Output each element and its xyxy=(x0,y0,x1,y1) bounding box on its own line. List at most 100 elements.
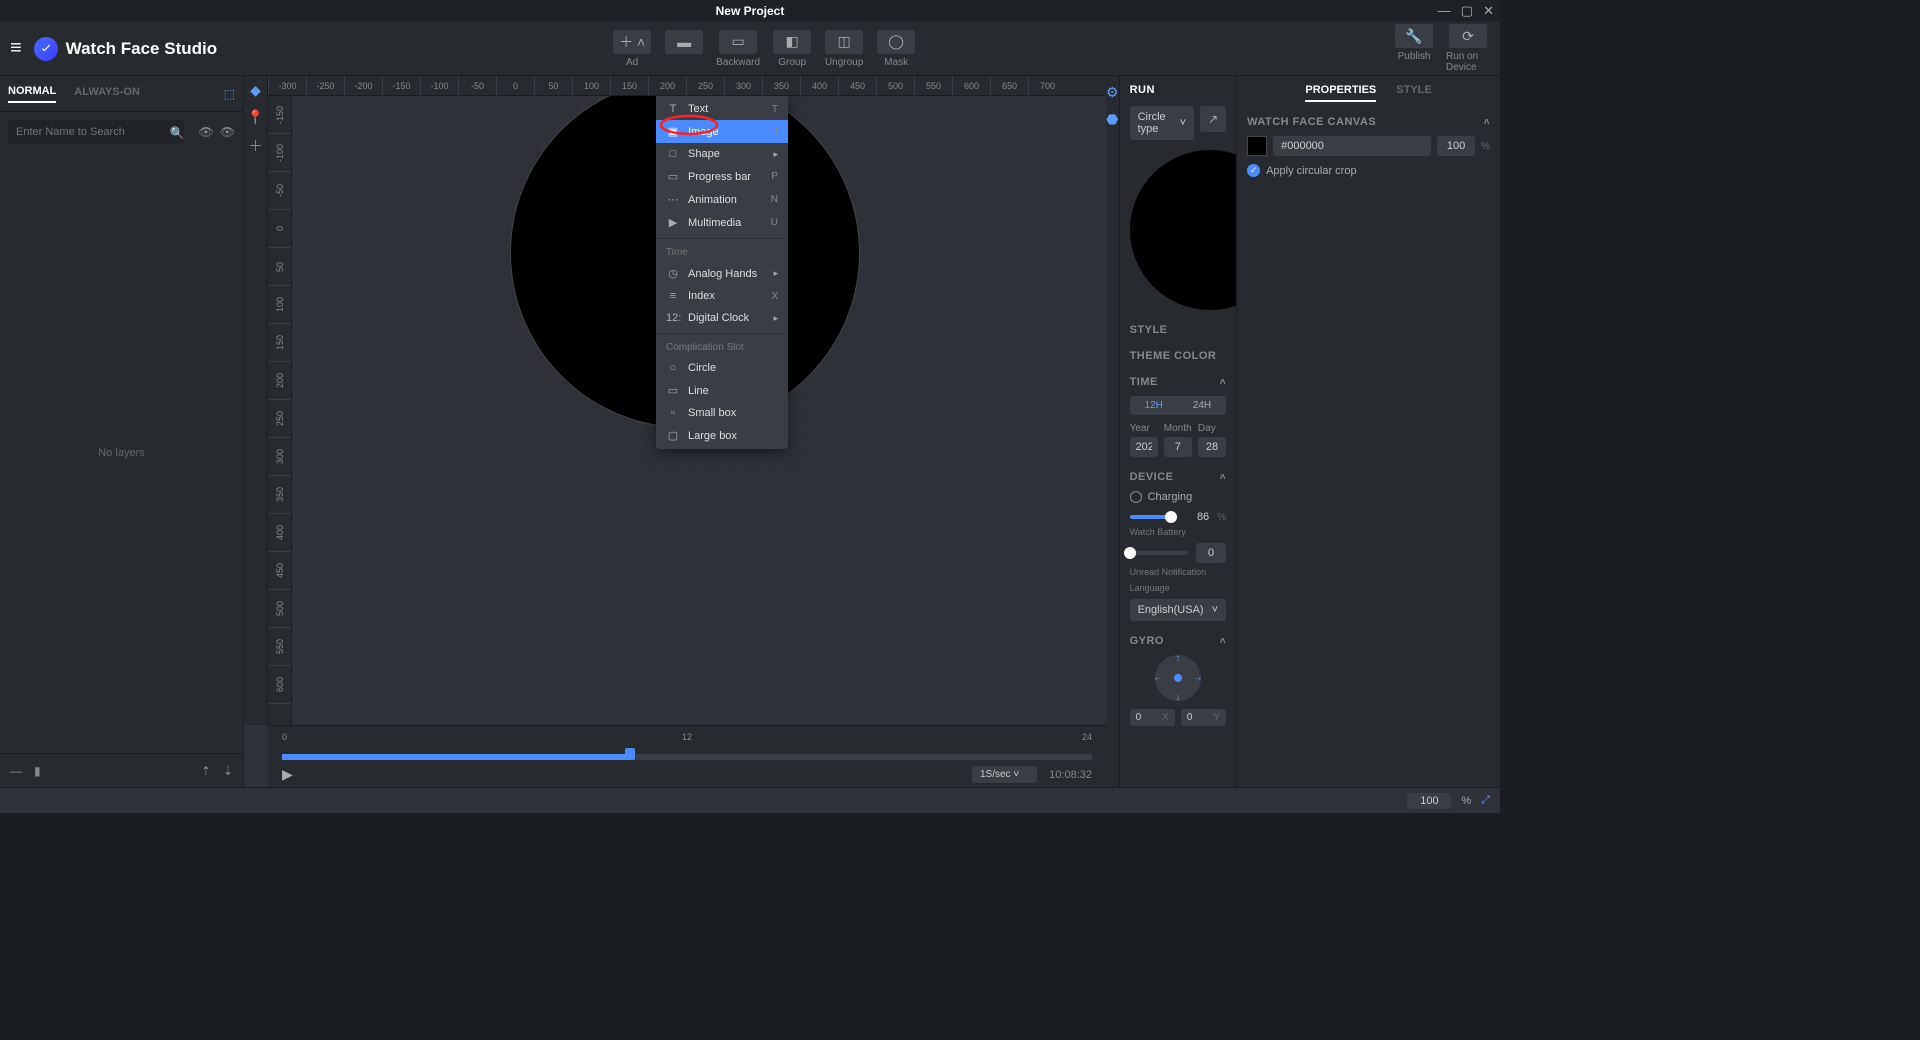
toggle-24h[interactable]: 24H xyxy=(1178,396,1226,415)
menu-icon[interactable]: ≡ xyxy=(10,37,22,60)
dd-digital[interactable]: 12:Digital Clock▸ xyxy=(656,307,788,329)
mask-button[interactable]: ◯ Mask xyxy=(876,30,916,68)
add-button[interactable]: ＋ ˄ Ad xyxy=(612,30,652,68)
dd-shape[interactable]: □Shape▸ xyxy=(656,143,788,165)
largebox-icon: ▢ xyxy=(666,429,680,442)
dd-index[interactable]: ≡IndexX xyxy=(656,285,788,307)
dd-line[interactable]: ▭Line xyxy=(656,379,788,402)
toggle-12h[interactable]: 12H xyxy=(1130,396,1178,415)
download-icon[interactable]: ⇣ xyxy=(223,764,233,778)
add-icon[interactable]: ＋ xyxy=(249,136,263,156)
app-title: Watch Face Studio xyxy=(66,39,217,59)
tag-icon[interactable]: ⬣ xyxy=(1106,111,1118,128)
animation-icon: ⋯ xyxy=(666,193,680,206)
upload-icon[interactable]: ⇡ xyxy=(201,764,211,778)
dd-text[interactable]: TTextT xyxy=(656,98,788,120)
color-swatch[interactable] xyxy=(1247,136,1267,156)
app-logo xyxy=(34,37,58,61)
gyro-control[interactable]: ↑↓←→ xyxy=(1155,655,1201,701)
zoom-input[interactable] xyxy=(1407,793,1451,809)
run-title: RUN xyxy=(1130,84,1227,96)
publish-button[interactable]: 🔧 Publish xyxy=(1394,24,1434,73)
smallbox-icon: ▫ xyxy=(666,407,680,419)
clock-icon: ◷ xyxy=(666,267,680,280)
hex-input[interactable] xyxy=(1273,136,1431,156)
dd-progress[interactable]: ▭Progress barP xyxy=(656,165,788,188)
tab-always-on[interactable]: ALWAYS-ON xyxy=(74,86,140,102)
folder-icon[interactable]: ▮ xyxy=(34,764,41,778)
close-icon[interactable]: ✕ xyxy=(1483,3,1494,19)
minimize-icon[interactable]: — xyxy=(1438,3,1451,19)
dd-time-header: Time xyxy=(656,243,788,262)
language-select[interactable]: English(USA)˅ xyxy=(1130,599,1227,621)
tab-style[interactable]: STYLE xyxy=(1396,84,1431,102)
properties-panel: PROPERTIES STYLE WATCH FACE CANVAS˄ % ✓A… xyxy=(1237,76,1500,787)
maximize-icon[interactable]: ▢ xyxy=(1461,3,1473,19)
backward-button[interactable]: ▭ Backward xyxy=(716,30,760,68)
device-section[interactable]: DEVICE˄ xyxy=(1130,471,1227,483)
lock-icon[interactable]: 👁 xyxy=(220,125,235,139)
canvas-section[interactable]: WATCH FACE CANVAS˄ xyxy=(1247,116,1490,128)
open-external-icon[interactable]: ↗ xyxy=(1200,106,1226,132)
timeline-track[interactable] xyxy=(282,754,1092,760)
year-input[interactable] xyxy=(1130,437,1158,457)
time-section[interactable]: TIME˄ xyxy=(1130,376,1227,388)
ungroup-button[interactable]: ◫ Ungroup xyxy=(824,30,864,68)
settings-icon[interactable]: ⚙ xyxy=(1106,84,1119,101)
notif-slider[interactable] xyxy=(1130,551,1189,555)
forward-button[interactable]: ▬ xyxy=(664,30,704,68)
gyro-y-input[interactable]: 0Y xyxy=(1181,709,1226,726)
canvas-viewport[interactable]: TTextT ▣ImageI □Shape▸ ▭Progress barP ⋯A… xyxy=(292,96,1106,725)
timeline: 0 12 24 ▶ 1S/sec ˅ 10:08:32 xyxy=(268,725,1106,787)
visibility-icon[interactable]: 👁 xyxy=(199,125,214,139)
gyro-section[interactable]: GYRO˄ xyxy=(1130,635,1227,647)
shape-icon: □ xyxy=(666,148,680,160)
ruler-vertical: -150-100-5005010015020025030035040045050… xyxy=(268,96,292,725)
gyro-x-input[interactable]: 0X xyxy=(1130,709,1175,726)
run-on-device-button[interactable]: ⟳ Run on Device xyxy=(1446,24,1490,73)
statusbar: % ⤢ xyxy=(0,787,1500,813)
speed-select[interactable]: 1S/sec ˅ xyxy=(972,766,1037,783)
opacity-input[interactable] xyxy=(1437,136,1475,156)
right-panel: ⚙ ⬣ RUN Circle type˅ ↗ STYLE THEME COLOR… xyxy=(1106,76,1500,787)
notif-input[interactable] xyxy=(1196,543,1226,563)
remove-layer-icon[interactable]: — xyxy=(10,764,22,778)
dd-animation[interactable]: ⋯AnimationN xyxy=(656,188,788,211)
circular-crop-check[interactable]: ✓Apply circular crop xyxy=(1247,164,1490,177)
dd-largebox[interactable]: ▢Large box xyxy=(656,424,788,447)
fit-icon[interactable]: ⤢ xyxy=(1481,794,1490,807)
canvas-area: ◆ 📍 ＋ -300-250-200-150-100-5005010015020… xyxy=(244,76,1106,787)
dd-analog[interactable]: ◷Analog Hands▸ xyxy=(656,262,788,285)
shape-select[interactable]: Circle type˅ xyxy=(1130,106,1195,140)
dd-image[interactable]: ▣ImageI xyxy=(656,120,788,143)
digital-icon: 12: xyxy=(666,312,680,324)
multimedia-icon: ▶ xyxy=(666,216,680,229)
play-button[interactable]: ▶ xyxy=(282,766,293,783)
titlebar: New Project — ▢ ✕ xyxy=(0,0,1500,22)
dd-multimedia[interactable]: ▶MultimediaU xyxy=(656,211,788,234)
battery-slider[interactable] xyxy=(1130,515,1178,519)
add-dropdown: TTextT ▣ImageI □Shape▸ ▭Progress barP ⋯A… xyxy=(656,96,788,449)
dd-circle[interactable]: ○Circle xyxy=(656,357,788,379)
style-section[interactable]: STYLE xyxy=(1130,324,1227,336)
search-input[interactable] xyxy=(8,120,184,144)
tab-normal[interactable]: NORMAL xyxy=(8,85,56,103)
text-icon: T xyxy=(666,103,680,115)
progress-icon: ▭ xyxy=(666,170,680,183)
group-button[interactable]: ◧ Group xyxy=(772,30,812,68)
layers-toggle-icon[interactable]: ◆ xyxy=(250,82,261,99)
timeline-handle[interactable] xyxy=(625,748,635,760)
month-input[interactable] xyxy=(1164,437,1192,457)
charging-radio[interactable]: Charging xyxy=(1130,491,1227,503)
theme-section[interactable]: THEME COLOR xyxy=(1130,350,1227,362)
search-icon[interactable]: 🔍 xyxy=(170,126,185,140)
pin-icon[interactable]: 📍 xyxy=(247,109,264,126)
day-input[interactable] xyxy=(1198,437,1226,457)
appbar: ≡ Watch Face Studio ＋ ˄ Ad ▬ ▭ Backward … xyxy=(0,22,1500,76)
dd-smallbox[interactable]: ▫Small box xyxy=(656,402,788,424)
watch-preview xyxy=(1130,150,1238,310)
tab-properties[interactable]: PROPERTIES xyxy=(1305,84,1376,102)
layers-panel: NORMAL ALWAYS-ON ⬚ 🔍 👁 👁 No layers — ▮ ⇡… xyxy=(0,76,244,787)
layers-icon[interactable]: ⬚ xyxy=(224,87,235,101)
index-icon: ≡ xyxy=(666,290,680,302)
